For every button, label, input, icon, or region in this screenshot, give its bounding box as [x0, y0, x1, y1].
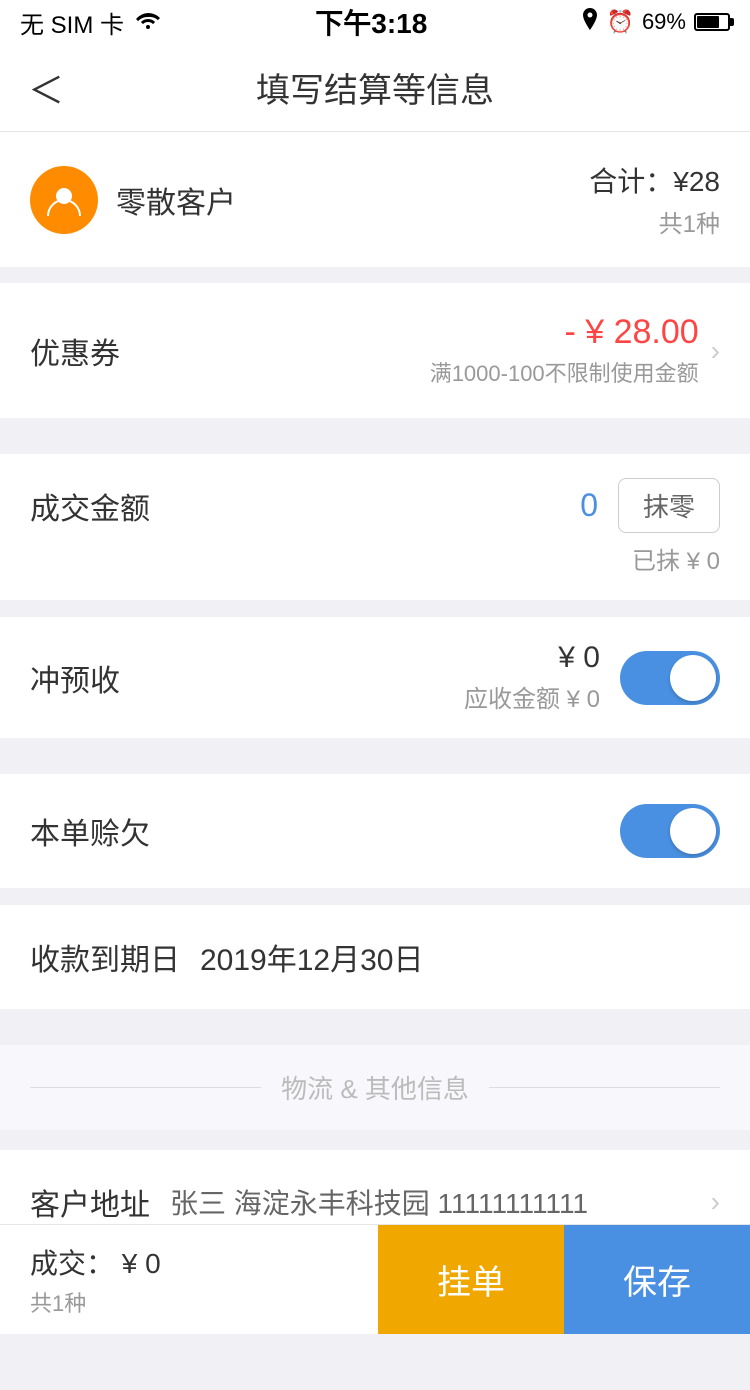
duedate-row: 收款到期日 2019年12月30日 [30, 935, 720, 979]
coupon-discount: - ¥ 28.00 [430, 313, 699, 352]
advance-right: ¥ 0 应收金额 ¥ 0 [464, 641, 720, 714]
wifi-icon [134, 9, 162, 35]
bottom-deal-row: 成交： ¥ 0 [30, 1242, 378, 1282]
bottom-deal-amount: ¥ 0 [122, 1248, 161, 1279]
credit-toggle-knob [670, 808, 716, 854]
coupon-section[interactable]: 优惠券 - ¥ 28.00 满1000-100不限制使用金额 › [0, 283, 750, 418]
bottom-actions: 挂单 保存 [378, 1225, 750, 1334]
logistics-title: 物流 & 其他信息 [261, 1069, 489, 1106]
gray-separator-3 [0, 1025, 750, 1045]
gray-separator-1 [0, 434, 750, 454]
pending-button[interactable]: 挂单 [378, 1225, 564, 1334]
address-label: 客户地址 [30, 1180, 150, 1224]
customer-name: 零散客户 [116, 178, 236, 222]
gray-separator-2 [0, 754, 750, 774]
advance-amount: ¥ 0 [464, 641, 600, 675]
customer-left: 零散客户 [30, 166, 236, 234]
logistics-line-right [489, 1087, 720, 1088]
advance-toggle[interactable] [620, 651, 720, 705]
content: 零散客户 合计：¥28 共1种 优惠券 - ¥ 28.00 满1000-100不… [0, 132, 750, 1390]
location-icon [581, 8, 599, 36]
address-arrow-icon: › [711, 1186, 720, 1218]
customer-summary: 合计：¥28 共1种 [589, 160, 720, 239]
coupon-label: 优惠券 [30, 329, 120, 373]
amount-label: 成交金额 [30, 484, 150, 528]
battery-icon [694, 13, 730, 31]
status-time: 下午3:18 [315, 2, 427, 42]
credit-toggle[interactable] [620, 804, 720, 858]
coupon-arrow-icon: › [711, 335, 720, 367]
logistics-header: 物流 & 其他信息 [0, 1045, 750, 1130]
customer-row: 零散客户 合计：¥28 共1种 [0, 132, 750, 267]
coupon-right: - ¥ 28.00 满1000-100不限制使用金额 › [430, 313, 720, 388]
amount-row: 成交金额 0 抹零 [30, 478, 720, 533]
customer-total: 合计：¥28 [589, 160, 720, 200]
credit-section: 本单赊欠 [0, 774, 750, 888]
status-right: ⏰ 69% [581, 8, 730, 36]
customer-section: 零散客户 合计：¥28 共1种 [0, 132, 750, 267]
amount-value: 0 [580, 487, 598, 524]
advance-section: 冲预收 ¥ 0 应收金额 ¥ 0 [0, 617, 750, 738]
duedate-value: 2019年12月30日 [200, 935, 423, 979]
coupon-desc: 满1000-100不限制使用金额 [430, 356, 699, 388]
advance-amount-block: ¥ 0 应收金额 ¥ 0 [464, 641, 600, 714]
amount-erased: 已抹 ¥ 0 [30, 541, 720, 576]
battery-percent: 69% [642, 9, 686, 35]
bottom-bar: 成交： ¥ 0 共1种 挂单 保存 [0, 1224, 750, 1334]
alarm-icon: ⏰ [607, 9, 634, 35]
advance-label: 冲预收 [30, 656, 120, 700]
customer-avatar [30, 166, 98, 234]
toggle-knob [670, 655, 716, 701]
sim-status: 无 SIM 卡 [20, 5, 124, 40]
transaction-section: 成交金额 0 抹零 已抹 ¥ 0 [0, 454, 750, 600]
status-bar: 无 SIM 卡 下午3:18 ⏰ 69% [0, 0, 750, 44]
gray-separator-4 [0, 1130, 750, 1150]
logistics-line-left [30, 1087, 261, 1088]
back-button[interactable]: ＜ [28, 62, 64, 114]
address-value: 张三 海淀永丰科技园 11111111111 [170, 1182, 711, 1222]
bottom-count: 共1种 [30, 1286, 378, 1318]
advance-receivable: 应收金额 ¥ 0 [464, 679, 600, 714]
credit-label: 本单赊欠 [30, 809, 150, 853]
bottom-summary: 成交： ¥ 0 共1种 [0, 1242, 378, 1318]
customer-count: 共1种 [589, 204, 720, 239]
bottom-deal-label: 成交： [30, 1248, 114, 1279]
round-off-button[interactable]: 抹零 [618, 478, 720, 533]
page-title: 填写结算等信息 [256, 63, 494, 112]
duedate-section: 收款到期日 2019年12月30日 [0, 905, 750, 1009]
nav-bar: ＜ 填写结算等信息 [0, 44, 750, 132]
save-button[interactable]: 保存 [564, 1225, 750, 1334]
status-left: 无 SIM 卡 [20, 5, 162, 40]
advance-row: 冲预收 ¥ 0 应收金额 ¥ 0 [30, 641, 720, 714]
coupon-row[interactable]: 优惠券 - ¥ 28.00 满1000-100不限制使用金额 › [0, 283, 750, 418]
duedate-label: 收款到期日 [30, 935, 180, 979]
coupon-right-block: - ¥ 28.00 满1000-100不限制使用金额 [430, 313, 699, 388]
amount-right: 0 抹零 [580, 478, 720, 533]
